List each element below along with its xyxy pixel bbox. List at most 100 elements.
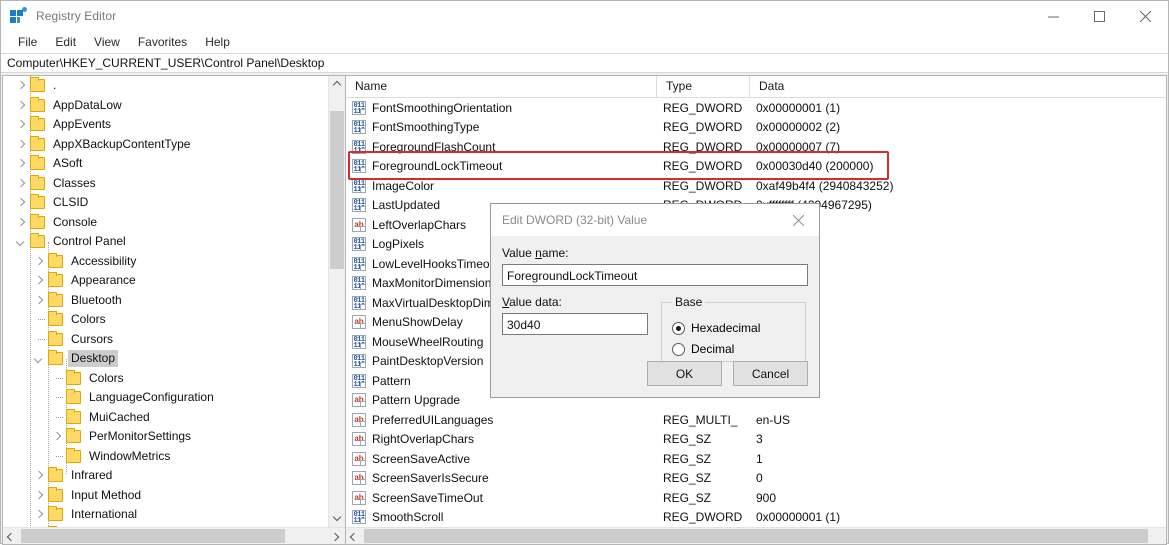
column-header-data[interactable]: Data: [750, 76, 1166, 98]
string-value-icon: ab: [352, 432, 366, 447]
folder-icon: [30, 174, 45, 190]
radio-button-icon[interactable]: [672, 321, 685, 335]
menu-help[interactable]: Help: [196, 33, 239, 51]
string-value-icon: ab: [352, 471, 366, 486]
tree-item-clsid[interactable]: CLSID: [3, 193, 328, 213]
chevron-right-icon[interactable]: [30, 505, 48, 525]
tree-item-asoft[interactable]: ASoft: [3, 154, 328, 174]
table-row[interactable]: ab RightOverlapChars REG_SZ 3: [346, 430, 1166, 450]
column-header-name[interactable]: Name: [346, 76, 657, 98]
tree-connector: [48, 447, 66, 467]
cell-name: FontSmoothingOrientation: [372, 100, 513, 115]
close-icon[interactable]: [777, 204, 819, 236]
folder-icon: [30, 116, 45, 132]
tree-item-languageconfiguration[interactable]: LanguageConfiguration: [3, 388, 328, 408]
tree-item-classes[interactable]: Classes: [3, 174, 328, 194]
tree-item-desktop[interactable]: Desktop: [3, 349, 328, 369]
scrollbar-thumb[interactable]: [330, 111, 344, 269]
chevron-right-icon[interactable]: [12, 76, 30, 96]
value-data-input[interactable]: 30d40: [502, 313, 648, 335]
scroll-left-button[interactable]: [346, 528, 363, 544]
tree-horizontal-scrollbar[interactable]: [3, 527, 345, 544]
scrollbar-thumb[interactable]: [364, 529, 1148, 543]
binary-value-icon: 011 110: [352, 256, 366, 271]
table-row[interactable]: 011 110 FontSmoothingOrientation REG_DWORD 0…: [346, 98, 1166, 118]
tree-item-permonitorsettings[interactable]: PerMonitorSettings: [3, 427, 328, 447]
tree-item-muicached[interactable]: MuiCached: [3, 408, 328, 428]
chevron-right-icon[interactable]: [12, 115, 30, 135]
table-row[interactable]: 011 110 ImageColor REG_DWORD 0xaf49b4f4 (294…: [346, 176, 1166, 196]
scroll-right-button[interactable]: [328, 528, 345, 544]
chevron-right-icon[interactable]: [30, 291, 48, 311]
cell-type: REG_SZ: [663, 490, 712, 505]
tree-item-bluetooth[interactable]: Bluetooth: [3, 291, 328, 311]
chevron-down-icon[interactable]: [30, 349, 48, 369]
minimize-icon[interactable]: [1030, 1, 1076, 31]
value-name-input[interactable]: ForegroundLockTimeout: [502, 264, 808, 286]
tree-item-appearance[interactable]: Appearance: [3, 271, 328, 291]
tree-item-appdatalow[interactable]: AppDataLow: [3, 96, 328, 116]
radio-button-icon[interactable]: [672, 342, 685, 356]
cancel-button[interactable]: Cancel: [733, 361, 808, 386]
chevron-right-icon[interactable]: [30, 252, 48, 272]
scroll-left-button[interactable]: [3, 528, 20, 544]
menu-favorites[interactable]: Favorites: [129, 33, 196, 51]
scroll-up-button[interactable]: [329, 76, 345, 93]
chevron-right-icon[interactable]: [12, 154, 30, 174]
folder-icon: [66, 408, 81, 424]
table-row[interactable]: ab ScreenSaveActive REG_SZ 1: [346, 449, 1166, 469]
table-row[interactable]: ab PreferredUILanguages REG_MULTI_ en-US: [346, 410, 1166, 430]
cell-type: REG_DWORD: [663, 510, 743, 525]
radio-hexadecimal[interactable]: Hexadecimal: [672, 321, 797, 335]
chevron-right-icon[interactable]: [12, 193, 30, 213]
chevron-right-icon[interactable]: [12, 174, 30, 194]
table-row[interactable]: 011 110 SmoothScroll REG_DWORD 0x00000001 (1…: [346, 508, 1166, 528]
tree-item-appevents[interactable]: AppEvents: [3, 115, 328, 135]
chevron-right-icon[interactable]: [12, 213, 30, 233]
tree-item-colors[interactable]: Colors: [3, 369, 328, 389]
close-icon[interactable]: [1122, 1, 1168, 31]
tree-vertical-scrollbar[interactable]: [328, 76, 345, 527]
chevron-right-icon[interactable]: [12, 96, 30, 116]
table-row[interactable]: 011 110 ForegroundLockTimeout REG_DWORD 0x00…: [346, 157, 1166, 177]
cell-name: PreferredUILanguages: [372, 412, 494, 427]
radio-decimal[interactable]: Decimal: [672, 342, 797, 356]
table-row[interactable]: ab ScreenSaverIsSecure REG_SZ 0: [346, 469, 1166, 489]
tree-item-international[interactable]: International: [3, 505, 328, 525]
ok-button[interactable]: OK: [647, 361, 722, 386]
scrollbar-thumb[interactable]: [21, 529, 285, 543]
menu-view[interactable]: View: [85, 33, 129, 51]
menu-file[interactable]: File: [9, 33, 46, 51]
tree-item-control-panel[interactable]: Control Panel: [3, 232, 328, 252]
tree-item-input-method[interactable]: Input Method: [3, 486, 328, 506]
tree-item-infrared[interactable]: Infrared: [3, 466, 328, 486]
tree-item-cursors[interactable]: Cursors: [3, 330, 328, 350]
address-bar[interactable]: Computer\HKEY_CURRENT_USER\Control Panel…: [1, 53, 1168, 73]
table-row[interactable]: ab ScreenSaveTimeOut REG_SZ 900: [346, 488, 1166, 508]
tree-item-windowmetrics[interactable]: WindowMetrics: [3, 447, 328, 467]
chevron-right-icon[interactable]: [12, 135, 30, 155]
column-header-type[interactable]: Type: [657, 76, 750, 98]
folder-icon: [48, 350, 63, 366]
cell-data: 0x00000002 (2): [756, 120, 841, 135]
chevron-right-icon[interactable]: [30, 486, 48, 506]
tree-item-appxbackupcontenttype[interactable]: AppXBackupContentType: [3, 135, 328, 155]
binary-value-icon: 011 110: [352, 354, 366, 369]
menu-edit[interactable]: Edit: [46, 33, 85, 51]
chevron-right-icon[interactable]: [30, 271, 48, 291]
tree-item-console[interactable]: Console: [3, 213, 328, 233]
tree-item-accessibility[interactable]: Accessibility: [3, 252, 328, 272]
tree-item-colors[interactable]: Colors: [3, 310, 328, 330]
scroll-down-button[interactable]: [329, 510, 345, 527]
table-row[interactable]: 011 110 ForegroundFlashCount REG_DWORD 0x000…: [346, 137, 1166, 157]
folder-icon: [48, 486, 63, 502]
list-horizontal-scrollbar[interactable]: [346, 527, 1166, 544]
maximize-icon[interactable]: [1076, 1, 1122, 31]
table-row[interactable]: 011 110 FontSmoothingType REG_DWORD 0x000000…: [346, 118, 1166, 138]
tree-item--[interactable]: .: [3, 76, 328, 96]
cell-type: REG_DWORD: [663, 100, 743, 115]
chevron-right-icon[interactable]: [48, 427, 66, 447]
chevron-down-icon[interactable]: [12, 232, 30, 252]
tree-item-label: AppXBackupContentType: [53, 136, 191, 151]
chevron-right-icon[interactable]: [30, 466, 48, 486]
